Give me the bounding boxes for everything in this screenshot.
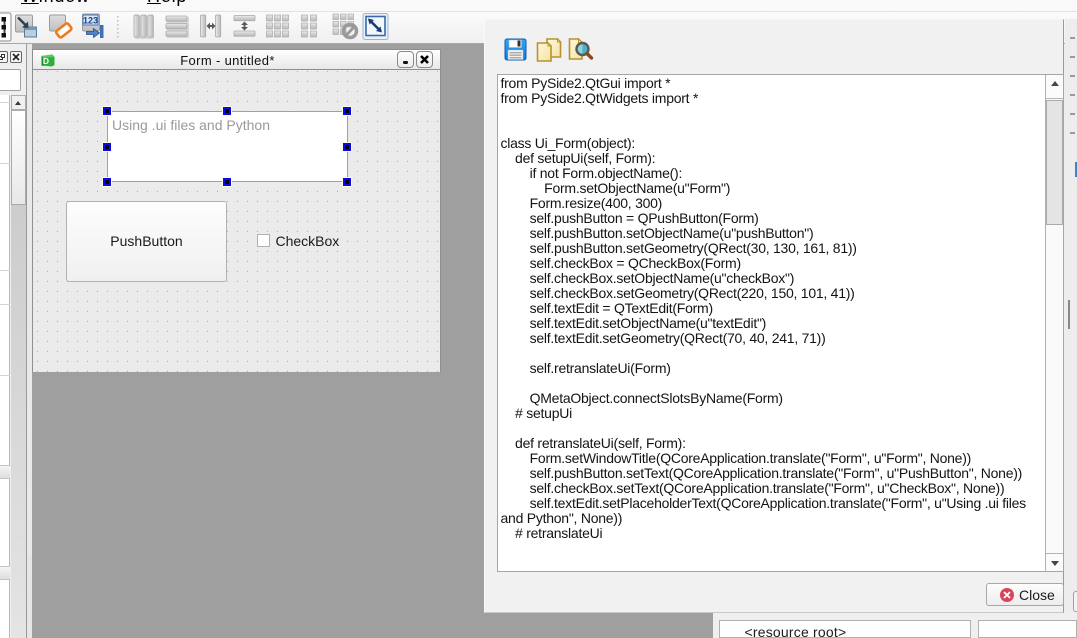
svg-text:123: 123	[83, 16, 98, 26]
svg-text:D: D	[42, 56, 48, 66]
